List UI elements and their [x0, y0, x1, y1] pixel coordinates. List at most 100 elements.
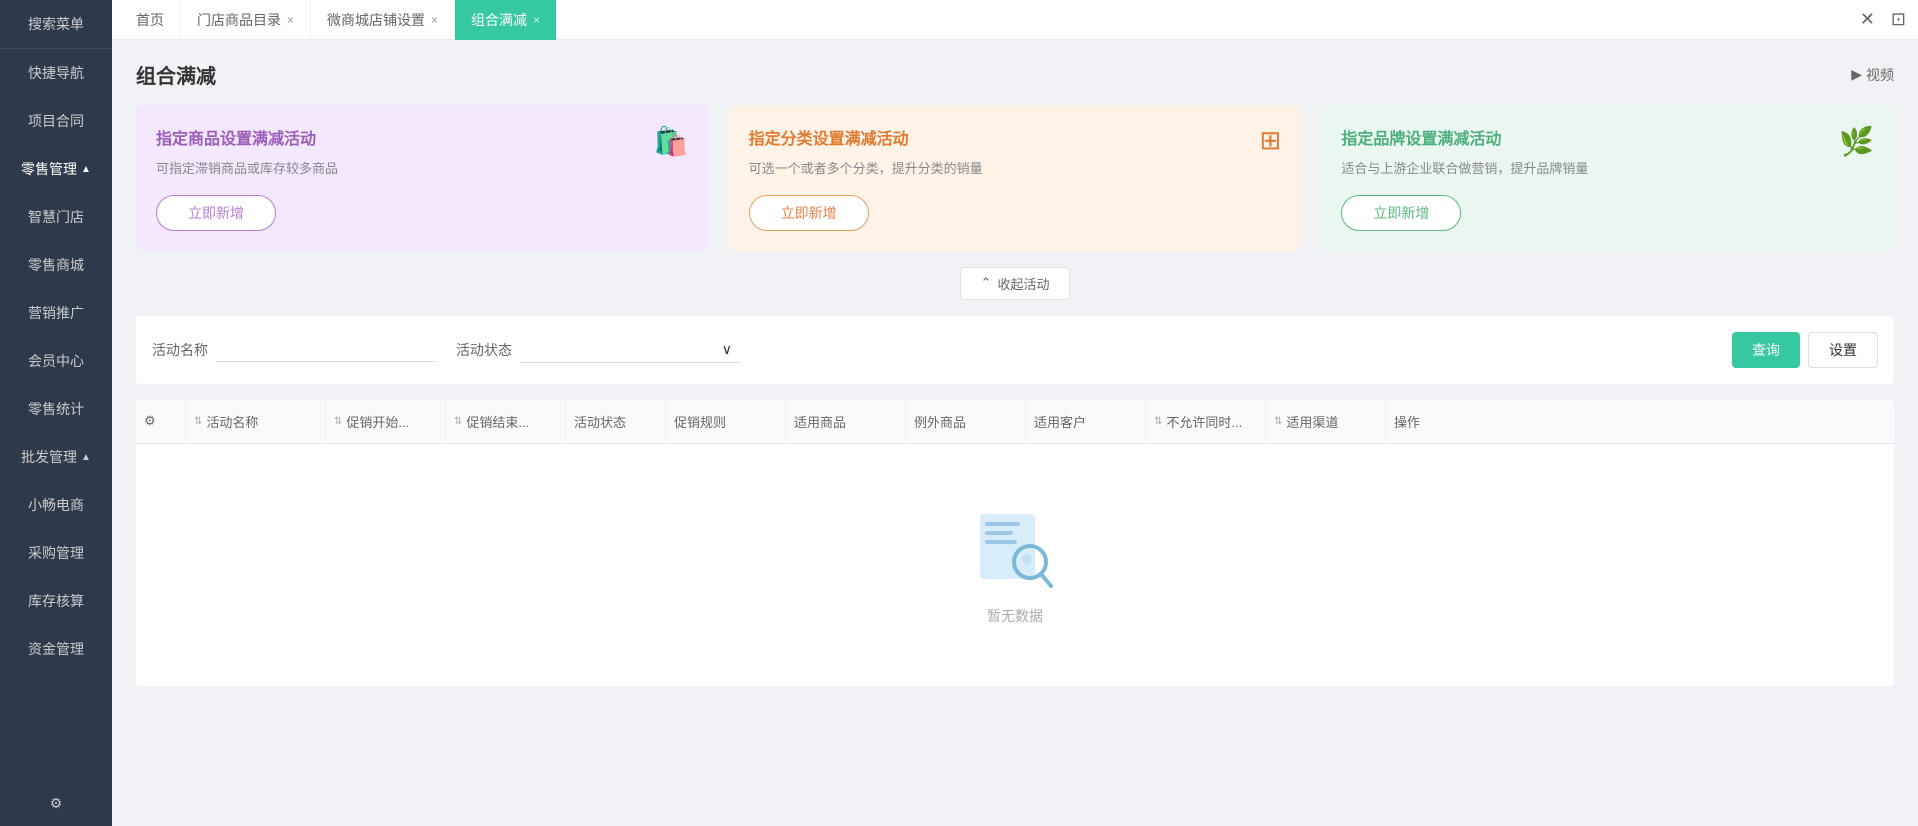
sidebar-item-marketing[interactable]: 营销推广 [0, 289, 112, 337]
sort-icon[interactable]: ⇅ [1154, 416, 1162, 427]
sort-icon[interactable]: ⇅ [334, 416, 342, 427]
gear-icon: ⚙ [144, 413, 156, 429]
th-action-label: 操作 [1394, 412, 1420, 431]
video-label: 视频 [1866, 65, 1894, 85]
th-activity-name: ⇅ 活动名称 [186, 400, 326, 443]
query-button[interactable]: 查询 [1732, 332, 1800, 368]
th-no-same-time-label: 不允许同时... [1166, 412, 1242, 431]
close-icon[interactable]: × [431, 13, 438, 27]
th-promo-start: ⇅ 促销开始... [326, 400, 446, 443]
sidebar-item-finance[interactable]: 资金管理 [0, 625, 112, 673]
close-icon[interactable]: × [533, 13, 540, 27]
chevron-down-icon: ▲ [81, 452, 91, 463]
chevron-down-icon: ∨ [722, 341, 732, 358]
sort-icon[interactable]: ⇅ [1274, 416, 1282, 427]
th-promo-start-label: 促销开始... [346, 412, 409, 431]
filter-bar: 活动名称 活动状态 ∨ 查询 设置 [136, 316, 1894, 384]
th-promo-rule-label: 促销规则 [674, 412, 726, 431]
sidebar-item-purchase-mgmt[interactable]: 采购管理 [0, 529, 112, 577]
content-area: 组合满减 ▶ 视频 指定商品设置满减活动 可指定滞销商品或库存较多商品 🛍️ 立… [112, 40, 1918, 826]
main-area: 首页 门店商品目录 × 微商城店铺设置 × 组合满减 × ✕ ⊡ 组合满减 ▶ … [112, 0, 1918, 826]
card-brand-title: 指定品牌设置满减活动 [1341, 125, 1874, 149]
page-header: 组合满减 ▶ 视频 [136, 60, 1894, 89]
sidebar-item-retail-mgmt[interactable]: 零售管理 ▲ [0, 145, 112, 193]
table: ⚙ ⇅ 活动名称 ⇅ 促销开始... ⇅ 促销结束... 活动状态 [136, 400, 1894, 686]
sidebar-item-quick-nav[interactable]: 快捷导航 [0, 49, 112, 97]
th-applicable-customer: 适用客户 [1026, 400, 1146, 443]
sidebar-item-label: 营销推广 [28, 303, 84, 323]
collapse-bar: ⌃ 收起活动 [136, 267, 1894, 300]
sidebar-item-label: 快捷导航 [28, 63, 84, 83]
th-applicable-channel-label: 适用渠道 [1286, 412, 1338, 431]
activity-status-select[interactable]: ∨ [520, 337, 740, 363]
th-exception-goods: 例外商品 [906, 400, 1026, 443]
category-icon: ⊞ [1260, 125, 1282, 156]
sidebar-item-label: 零售管理 [21, 159, 77, 179]
th-activity-status-label: 活动状态 [574, 412, 626, 431]
tab-wechat-shop[interactable]: 微商城店铺设置 × [311, 0, 455, 40]
sidebar-settings[interactable]: ⚙ [0, 781, 112, 826]
th-no-same-time: ⇅ 不允许同时... [1146, 400, 1266, 443]
empty-icon [965, 504, 1065, 594]
card-brand-add-button[interactable]: 立即新增 [1341, 195, 1461, 231]
play-icon: ▶ [1851, 66, 1862, 83]
th-promo-end: ⇅ 促销结束... [446, 400, 566, 443]
window-close-button[interactable]: ✕ [1856, 5, 1879, 34]
card-product-title: 指定商品设置满减活动 [156, 125, 689, 149]
table-header: ⚙ ⇅ 活动名称 ⇅ 促销开始... ⇅ 促销结束... 活动状态 [136, 400, 1894, 444]
collapse-label: 收起活动 [997, 274, 1049, 293]
card-category-add-button[interactable]: 立即新增 [749, 195, 869, 231]
sidebar-item-label: 零售商城 [28, 255, 84, 275]
tab-combo-discount[interactable]: 组合满减 × [455, 0, 557, 40]
activity-card-category: 指定分类设置满减活动 可选一个或者多个分类，提升分类的销量 ⊞ 立即新增 [729, 105, 1302, 251]
page-title: 组合满减 [136, 60, 216, 89]
th-applicable-goods: 适用商品 [786, 400, 906, 443]
video-link[interactable]: ▶ 视频 [1851, 65, 1894, 85]
collapse-button[interactable]: ⌃ 收起活动 [960, 267, 1071, 300]
card-product-desc: 可指定滞销商品或库存较多商品 [156, 159, 689, 179]
sidebar-item-project-contract[interactable]: 项目合同 [0, 97, 112, 145]
filter-activity-status: 活动状态 ∨ [456, 337, 740, 363]
sort-icon[interactable]: ⇅ [454, 416, 462, 427]
sidebar-search[interactable]: 搜索菜单 [0, 0, 112, 49]
activity-cards: 指定商品设置满减活动 可指定滞销商品或库存较多商品 🛍️ 立即新增 指定分类设置… [136, 105, 1894, 251]
tab-home[interactable]: 首页 [120, 0, 181, 40]
sort-icon[interactable]: ⇅ [194, 416, 202, 427]
sidebar-item-label: 零售统计 [28, 399, 84, 419]
close-icon[interactable]: × [287, 13, 294, 27]
sidebar-item-smart-store[interactable]: 智慧门店 [0, 193, 112, 241]
tab-product-catalog-label: 门店商品目录 [197, 10, 281, 30]
tab-product-catalog[interactable]: 门店商品目录 × [181, 0, 311, 40]
card-brand-desc: 适合与上游企业联合做营销，提升品牌销量 [1341, 159, 1874, 179]
chevron-up-icon: ▲ [81, 164, 91, 175]
sidebar-item-retail-stats[interactable]: 零售统计 [0, 385, 112, 433]
th-settings[interactable]: ⚙ [136, 400, 186, 443]
th-activity-name-label: 活动名称 [206, 412, 258, 431]
sidebar-item-members[interactable]: 会员中心 [0, 337, 112, 385]
card-product-add-button[interactable]: 立即新增 [156, 195, 276, 231]
tab-home-label: 首页 [136, 10, 164, 30]
sidebar-item-wholesale-mgmt[interactable]: 批发管理 ▲ [0, 433, 112, 481]
card-category-title: 指定分类设置满减活动 [749, 125, 1282, 149]
gear-icon: ⚙ [50, 795, 63, 811]
tabbar-actions: ✕ ⊡ [1856, 5, 1910, 34]
empty-text: 暂无数据 [987, 606, 1043, 626]
activity-card-brand: 指定品牌设置满减活动 适合与上游企业联合做营销，提升品牌销量 🌿 立即新增 [1321, 105, 1894, 251]
sidebar-item-label: 批发管理 [21, 447, 77, 467]
window-restore-button[interactable]: ⊡ [1887, 5, 1910, 34]
collapse-up-icon: ⌃ [981, 275, 992, 291]
sidebar-item-label: 资金管理 [28, 639, 84, 659]
shopping-bag-icon: 🛍️ [654, 125, 689, 158]
setting-button[interactable]: 设置 [1808, 332, 1878, 368]
filter-activity-name: 活动名称 [152, 337, 436, 362]
tab-wechat-shop-label: 微商城店铺设置 [327, 10, 425, 30]
activity-name-input[interactable] [216, 337, 436, 362]
sidebar-item-label: 智慧门店 [28, 207, 84, 227]
th-action: 操作 [1386, 400, 1486, 443]
th-promo-rule: 促销规则 [666, 400, 786, 443]
sidebar-item-retail-mall[interactable]: 零售商城 [0, 241, 112, 289]
th-applicable-customer-label: 适用客户 [1034, 412, 1086, 431]
tabbar: 首页 门店商品目录 × 微商城店铺设置 × 组合满减 × ✕ ⊡ [112, 0, 1918, 40]
sidebar-item-inventory[interactable]: 库存核算 [0, 577, 112, 625]
sidebar-item-xiaochang[interactable]: 小畅电商 [0, 481, 112, 529]
